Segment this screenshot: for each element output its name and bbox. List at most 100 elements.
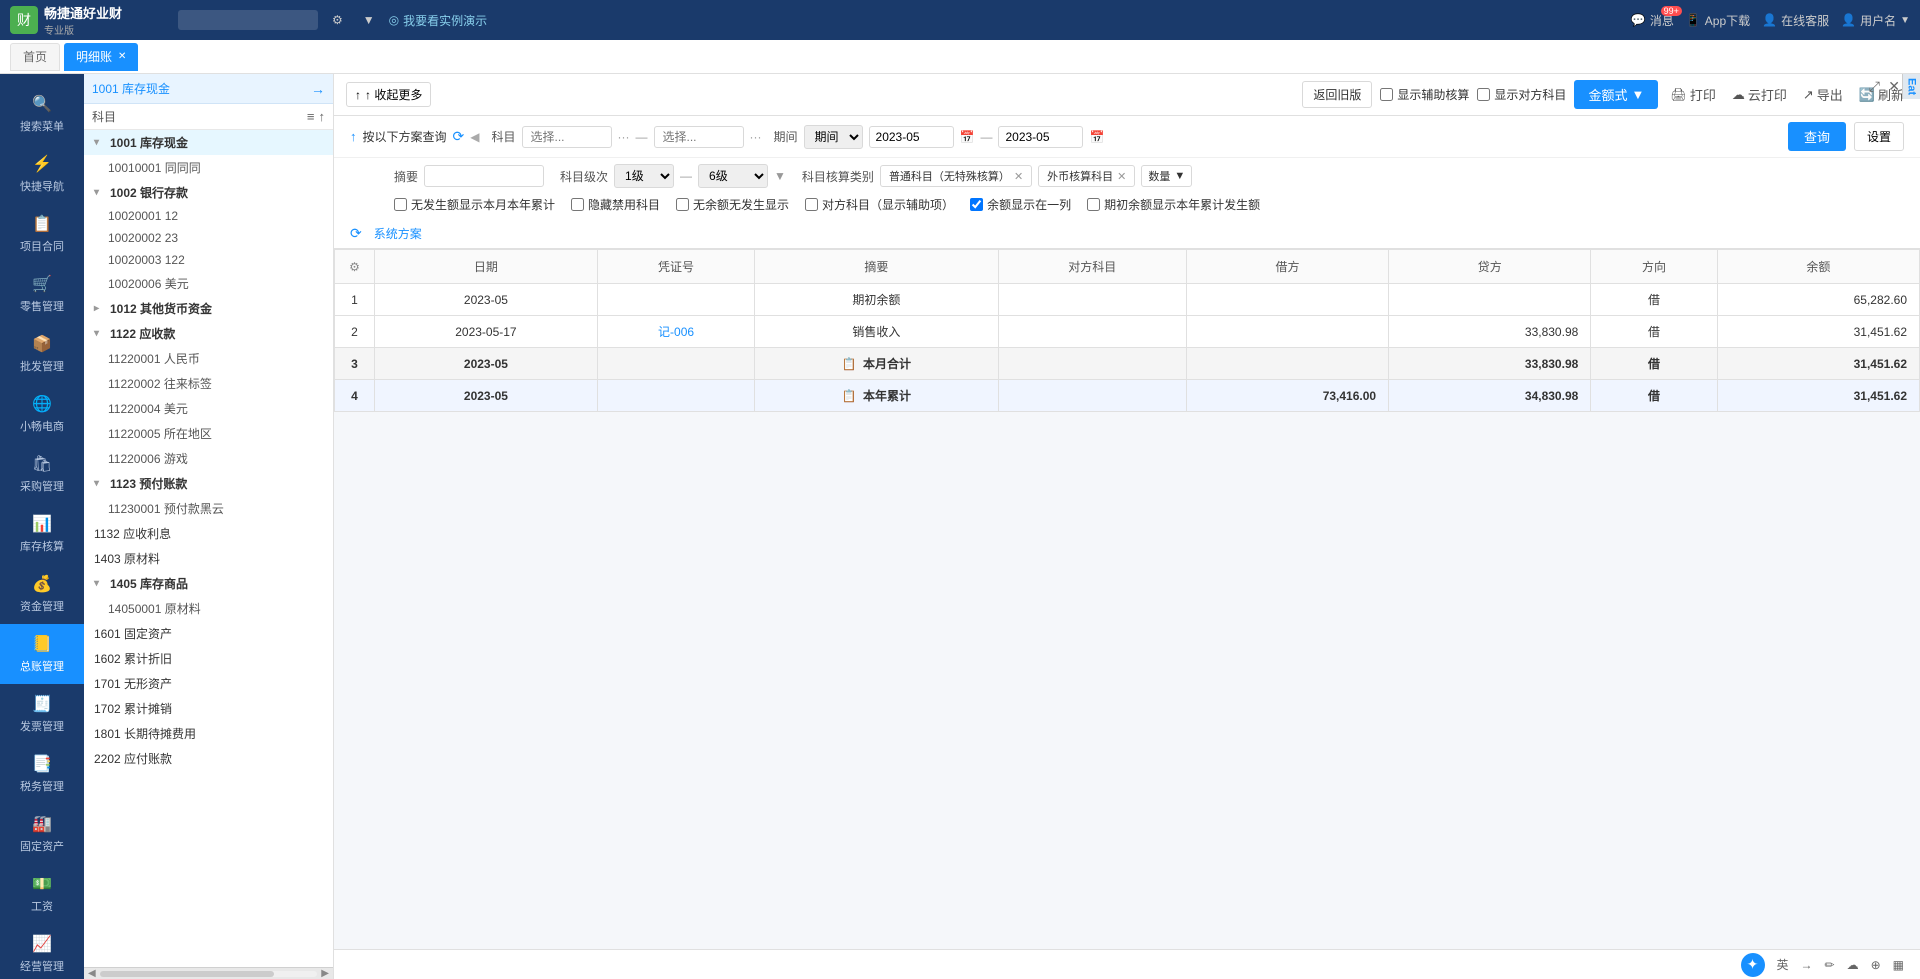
show-contra-checkbox-label[interactable]: 显示对方科目: [1477, 86, 1566, 103]
sidebar-item-retail[interactable]: 🛒 零售管理: [0, 264, 84, 324]
level-from-select[interactable]: 1级: [614, 164, 674, 188]
tab-detail-close[interactable]: ✕: [118, 51, 126, 62]
account-item-1801[interactable]: 1801 长期待摊费用: [84, 721, 333, 746]
cb-hide-disabled-label[interactable]: 隐藏禁用科目: [571, 196, 660, 213]
account-item-1132[interactable]: 1132 应收利息: [84, 521, 333, 546]
category-tag-1-close[interactable]: ✕: [1117, 170, 1126, 183]
refresh-btn[interactable]: 🔄 刷新: [1855, 81, 1908, 108]
cb-opening[interactable]: [1087, 198, 1100, 211]
cb-hide-disabled[interactable]: [571, 198, 584, 211]
sidebar-item-project[interactable]: 📋 项目合同: [0, 204, 84, 264]
sidebar-item-invoice[interactable]: 🧾 发票管理: [0, 684, 84, 744]
export-btn[interactable]: ↗ 导出: [1799, 81, 1847, 108]
sidebar-item-capital[interactable]: 💰 资金管理: [0, 564, 84, 624]
dropdown-icon-btn[interactable]: ▼: [357, 13, 381, 27]
panel-close-btn[interactable]: ✕: [1888, 78, 1900, 95]
account-item-11220002[interactable]: 11220002 往来标签: [84, 371, 333, 396]
summary-input[interactable]: [424, 165, 544, 187]
sidebar-item-assets[interactable]: 🏭 固定资产: [0, 804, 84, 864]
float-action-btn[interactable]: ✦: [1741, 953, 1765, 977]
scheme-refresh-icon[interactable]: ⟳: [350, 225, 362, 242]
return-old-btn[interactable]: 返回旧版: [1302, 81, 1372, 108]
account-item-10020003[interactable]: 10020003 122: [84, 249, 333, 271]
cb-no-activity-label[interactable]: 无发生额显示本月本年累计: [394, 196, 555, 213]
lang-btn[interactable]: 英: [1777, 956, 1789, 973]
account-item-1002[interactable]: ▾ 1002 银行存款: [84, 180, 333, 205]
account-item-11230001[interactable]: 11230001 预付款黑云: [84, 496, 333, 521]
app-download-btn[interactable]: 📱 App下载: [1686, 12, 1750, 29]
account-item-1001[interactable]: ▾ 1001 库存现金: [84, 130, 333, 155]
account-scroll-bar[interactable]: ◀ ▶: [84, 967, 333, 979]
filter-collapse-left-icon[interactable]: ◀: [470, 130, 479, 144]
account-item-10020002[interactable]: 10020002 23: [84, 227, 333, 249]
cb-balance-one-col[interactable]: [970, 198, 983, 211]
row2-voucher-link[interactable]: 记-006: [658, 325, 694, 339]
scroll-left-icon[interactable]: ◀: [88, 968, 96, 979]
cb-no-balance[interactable]: [676, 198, 689, 211]
sidebar-item-tax[interactable]: 📑 税务管理: [0, 744, 84, 804]
subject-dots-end[interactable]: ···: [750, 130, 762, 144]
period-from-input[interactable]: [869, 126, 954, 148]
nav-arrow-btn[interactable]: →: [1801, 958, 1813, 972]
sidebar-item-salary[interactable]: 💵 工资: [0, 864, 84, 924]
subject-input-end[interactable]: [654, 126, 744, 148]
account-item-1122[interactable]: ▾ 1122 应收款: [84, 321, 333, 346]
account-nav-arrow[interactable]: →: [311, 81, 325, 97]
account-item-1012[interactable]: ▸ 1012 其他货币资金: [84, 296, 333, 321]
account-item-1701[interactable]: 1701 无形资产: [84, 671, 333, 696]
account-item-11220005[interactable]: 11220005 所在地区: [84, 421, 333, 446]
grid-icon[interactable]: ▦: [1893, 958, 1904, 972]
quantity-tag[interactable]: 数量 ▼: [1141, 165, 1192, 187]
cloud-print-btn[interactable]: ☁ 云打印: [1728, 81, 1791, 108]
panel-expand-btn[interactable]: ⤢: [1869, 78, 1880, 95]
period-to-input[interactable]: [998, 126, 1083, 148]
system-scheme-label[interactable]: 系统方案: [374, 225, 422, 242]
query-btn[interactable]: 查询: [1788, 122, 1846, 151]
sidebar-item-wholesale[interactable]: 📦 批发管理: [0, 324, 84, 384]
sidebar-item-biz-mgmt[interactable]: 📈 经营管理: [0, 924, 84, 979]
level-dropdown-icon[interactable]: ▼: [774, 169, 786, 183]
sidebar-item-ecommerce[interactable]: 🌐 小畅电商: [0, 384, 84, 444]
sidebar-item-search[interactable]: 🔍 搜索菜单: [0, 84, 84, 144]
account-item-1702[interactable]: 1702 累计摊销: [84, 696, 333, 721]
cb-balance-one-col-label[interactable]: 余额显示在一列: [970, 196, 1071, 213]
sidebar-item-quick-nav[interactable]: ⚡ 快捷导航: [0, 144, 84, 204]
edit-icon[interactable]: ✏: [1825, 958, 1835, 972]
cb-contra[interactable]: [805, 198, 818, 211]
sidebar-item-inventory[interactable]: 📊 库存核算: [0, 504, 84, 564]
demo-link[interactable]: ◎ 我要看实例演示: [389, 12, 488, 29]
cloud-icon[interactable]: ☁: [1847, 958, 1859, 972]
tab-home[interactable]: 首页: [10, 43, 60, 71]
account-item-10020001[interactable]: 10020001 12: [84, 205, 333, 227]
account-item-1403[interactable]: 1403 原材料: [84, 546, 333, 571]
account-item-1601[interactable]: 1601 固定资产: [84, 621, 333, 646]
show-contra-checkbox[interactable]: [1477, 88, 1490, 101]
plus-circle-icon[interactable]: ⊕: [1871, 958, 1881, 972]
cb-opening-label[interactable]: 期初余额显示本年累计发生额: [1087, 196, 1260, 213]
collapse-more-btn[interactable]: ↑ ↑ 收起更多: [346, 82, 431, 107]
sidebar-item-purchase[interactable]: 🛍 采购管理: [0, 444, 84, 504]
global-search-input[interactable]: [178, 10, 318, 30]
period-type-select[interactable]: 期间: [804, 125, 863, 149]
user-area[interactable]: 👤 用户名 ▼: [1841, 12, 1910, 29]
show-aux-checkbox-label[interactable]: 显示辅助核算: [1380, 86, 1469, 103]
scroll-right-icon[interactable]: ▶: [321, 968, 329, 979]
filter-refresh-icon[interactable]: ⟳: [453, 128, 465, 145]
tab-detail[interactable]: 明细账 ✕: [64, 43, 138, 71]
print-btn[interactable]: 🖨 打印: [1666, 81, 1720, 108]
account-item-11220006[interactable]: 11220006 游戏: [84, 446, 333, 471]
account-up-icon[interactable]: ↑: [319, 109, 326, 124]
cb-contra-label[interactable]: 对方科目（显示辅助项）: [805, 196, 954, 213]
collapse-query-icon[interactable]: ↑: [350, 129, 357, 144]
account-item-2202[interactable]: 2202 应付账款: [84, 746, 333, 771]
config-gear-icon[interactable]: ⚙: [349, 260, 360, 274]
th-config[interactable]: ⚙: [335, 250, 375, 284]
account-item-1602[interactable]: 1602 累计折旧: [84, 646, 333, 671]
sidebar-item-ledger[interactable]: 📒 总账管理: [0, 624, 84, 684]
account-item-10010001[interactable]: 10010001 同同同: [84, 155, 333, 180]
right-panel-toggle[interactable]: Eat: [1902, 74, 1920, 99]
level-to-select[interactable]: 6级: [698, 164, 768, 188]
message-btn[interactable]: 💬 消息 99+: [1631, 12, 1674, 29]
cal-to-icon[interactable]: 📅: [1089, 130, 1104, 144]
cal-from-icon[interactable]: 📅: [960, 130, 975, 144]
